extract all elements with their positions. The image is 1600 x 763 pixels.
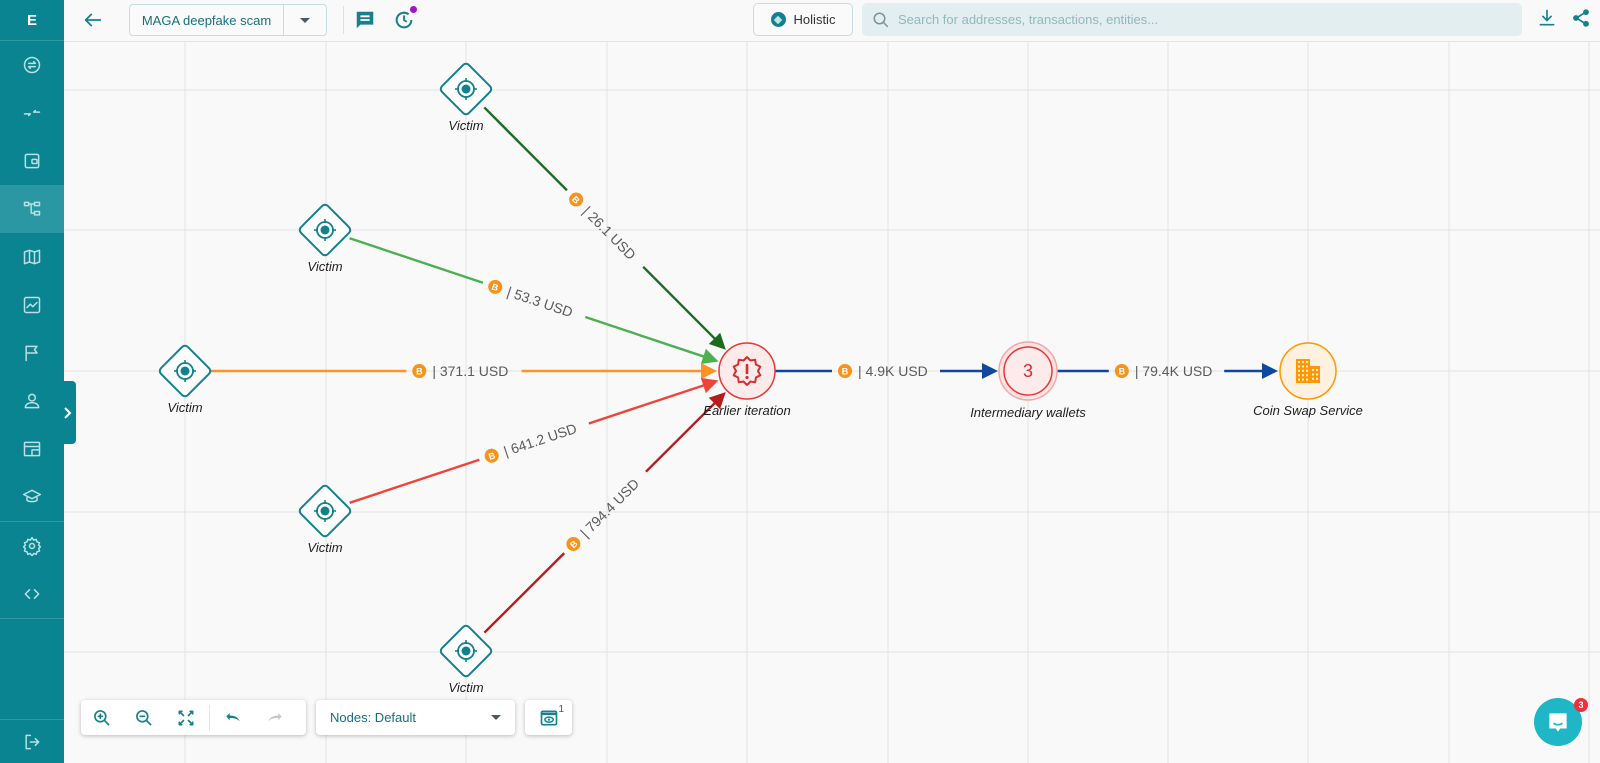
collapse-arrows-icon: [23, 109, 41, 117]
comments-button[interactable]: [353, 8, 377, 32]
top-bar: MAGA deepfake scam Holistic: [64, 0, 1600, 42]
zoom-in-icon: [94, 709, 110, 725]
logout-icon: [25, 734, 40, 749]
app-logo[interactable]: E: [0, 0, 64, 40]
case-dropdown-button[interactable]: [284, 5, 326, 35]
edge-amount: | 371.1 USD: [432, 363, 508, 379]
wallet-icon: [24, 153, 40, 169]
eye-window-icon: [540, 710, 557, 725]
fit-screen-button[interactable]: [165, 700, 207, 735]
flag-icon: [25, 345, 38, 362]
search-icon: [873, 12, 889, 27]
chart-icon: [23, 296, 41, 314]
sidebar-item-user[interactable]: [0, 377, 64, 425]
bitcoin-glyph: B: [1119, 367, 1126, 377]
node-label: Victim: [307, 259, 342, 274]
notification-dot: [410, 6, 417, 13]
undo-icon: [226, 712, 240, 721]
caret-down-icon: [491, 715, 501, 720]
sidebar-item-api[interactable]: [0, 570, 64, 618]
caret-down-icon: [300, 17, 310, 23]
logout-button[interactable]: [0, 719, 64, 763]
cluster-count: 3: [1023, 361, 1033, 381]
node-label: Victim: [307, 540, 342, 555]
arrow-left-icon: [84, 13, 102, 27]
grid: [64, 42, 1600, 763]
graph-canvas[interactable]: B| 26.1 USDB | 53.3 USDB | 371.1 USDB | 641…: [0, 0, 1600, 763]
gear-icon: [22, 536, 42, 556]
redo-icon: [268, 712, 282, 721]
nodes-display-select[interactable]: Nodes: Default: [316, 700, 515, 735]
search-input[interactable]: [898, 12, 1498, 27]
redo-button[interactable]: [254, 700, 296, 735]
back-button[interactable]: [82, 9, 106, 33]
bitcoin-glyph: B: [842, 367, 849, 377]
search-bar: [862, 3, 1522, 36]
sidebar-item-flags[interactable]: [0, 329, 64, 377]
zoom-out-button[interactable]: [123, 700, 165, 735]
calendar-icon: [23, 441, 41, 457]
fit-screen-icon: [178, 710, 194, 725]
chat-icon: [1549, 713, 1567, 732]
view-mode-button[interactable]: Holistic: [753, 3, 853, 36]
node-label: Victim: [167, 400, 202, 415]
node-label: Coin Swap Service: [1253, 403, 1363, 418]
sidebar-item-wallet[interactable]: [0, 137, 64, 185]
visibility-button[interactable]: 1: [525, 700, 572, 735]
node-label: Victim: [448, 118, 483, 133]
download-button[interactable]: [1537, 8, 1559, 30]
swap-circle-icon: [23, 56, 41, 74]
graph-tree-icon: [23, 201, 41, 216]
view-mode-label: Holistic: [793, 12, 836, 27]
divider: [343, 6, 344, 34]
chevron-right-icon: [64, 406, 72, 419]
code-icon: [24, 589, 40, 599]
node-label: Earlier iteration: [703, 403, 790, 418]
visibility-count: 1: [558, 704, 564, 715]
sidebar-item-settings[interactable]: [0, 522, 64, 570]
share-button[interactable]: [1571, 8, 1593, 30]
layers-icon: [770, 12, 786, 27]
case-selector[interactable]: MAGA deepfake scam: [129, 4, 327, 36]
download-icon: [1539, 9, 1555, 26]
sidebar-item-academy[interactable]: [0, 473, 64, 521]
comment-icon: [356, 11, 374, 29]
zoom-toolbar: [81, 700, 306, 735]
bitcoin-glyph: B: [416, 367, 423, 377]
user-icon: [24, 393, 40, 409]
share-icon: [1573, 9, 1589, 27]
graduation-cap-icon: [22, 489, 42, 503]
edge-amount: | 4.9K USD: [858, 363, 928, 379]
case-title[interactable]: MAGA deepfake scam: [130, 5, 284, 35]
sidebar-item-merge[interactable]: [0, 89, 64, 137]
node-label: Victim: [448, 680, 483, 695]
chat-badge: 3: [1574, 698, 1588, 712]
sidebar: E: [0, 0, 64, 763]
sidebar-item-calendar[interactable]: [0, 425, 64, 473]
nodes-select-value: Nodes: Default: [330, 710, 416, 725]
divider: [209, 704, 210, 731]
sidebar-expand-button[interactable]: [60, 381, 76, 444]
undo-button[interactable]: [212, 700, 254, 735]
sidebar-item-analytics[interactable]: [0, 281, 64, 329]
node-label: Intermediary wallets: [970, 405, 1086, 420]
sidebar-item-graph[interactable]: [0, 185, 64, 233]
sidebar-item-exchange[interactable]: [0, 41, 64, 89]
sidebar-item-map[interactable]: [0, 233, 64, 281]
map-icon: [23, 249, 41, 265]
zoom-in-button[interactable]: [81, 700, 123, 735]
zoom-out-icon: [136, 709, 152, 725]
history-button[interactable]: [392, 6, 417, 32]
edge-amount: | 79.4K USD: [1135, 363, 1213, 379]
